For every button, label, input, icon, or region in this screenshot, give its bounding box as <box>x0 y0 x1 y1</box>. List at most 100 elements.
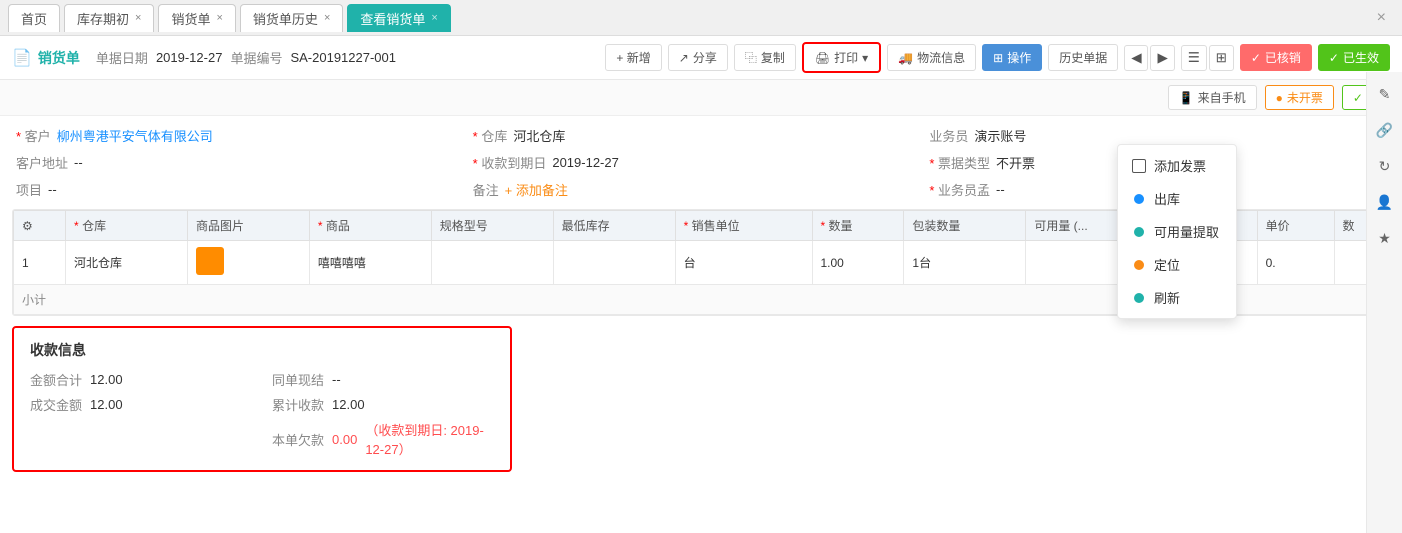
tab-bar: 首页 库存期初 × 销货单 × 销货单历史 × 查看销货单 × × <box>0 0 1402 36</box>
cell-product-img <box>187 241 309 285</box>
operate-dropdown-menu: 添加发票 出库 可用量提取 定位 <box>1117 144 1237 319</box>
share-button[interactable]: ↗ 分享 <box>668 44 728 71</box>
grid-icon: ⊞ <box>993 51 1003 65</box>
col-product: 商品 <box>309 211 431 241</box>
payment-title: 收款信息 <box>30 340 494 360</box>
col-warehouse: 仓库 <box>66 211 188 241</box>
doc-actions: + 新增 ↗ 分享 ⿻ 复制 🖨 打印 ▾ 🚚 <box>605 42 1390 73</box>
tab-home[interactable]: 首页 <box>8 4 60 32</box>
grid-view-button[interactable]: ⊞ <box>1209 45 1234 71</box>
cell-spec <box>431 241 553 285</box>
tab-sales[interactable]: 销货单 × <box>158 4 235 32</box>
doc-icon: 📄 <box>12 48 32 68</box>
tab-sales-history[interactable]: 销货单历史 × <box>240 4 343 32</box>
total-row: 金额合计 12.00 <box>30 370 252 389</box>
logistics-button[interactable]: 🚚 物流信息 <box>887 44 976 71</box>
cell-unit-price: 0. <box>1257 241 1334 285</box>
sidebar-person-icon[interactable]: 👤 <box>1371 188 1399 216</box>
cell-seq: 1 <box>14 241 66 285</box>
col-unit-price: 单价 <box>1257 211 1334 241</box>
cell-quantity: 1.00 <box>812 241 904 285</box>
right-sidebar: ✎ 🔗 ↻ 👤 ★ ⤢ <box>1366 72 1402 533</box>
nav-arrows: ◀ ▶ <box>1124 45 1175 71</box>
add-invoice-icon <box>1132 159 1146 173</box>
sidebar-edit-icon[interactable]: ✎ <box>1371 80 1399 108</box>
close-tab-view-sales[interactable]: × <box>431 12 437 24</box>
payment-info-box: 收款信息 金额合计 12.00 同单现结 -- 成交金额 12.00 累计收款 … <box>12 326 512 472</box>
history-button[interactable]: 历史单据 <box>1048 44 1118 71</box>
doc-title: 📄 销货单 <box>12 48 80 68</box>
global-close-button[interactable]: × <box>1369 5 1394 31</box>
doc-header: 📄 销货单 单据日期 2019-12-27 单据编号 SA-20191227-0… <box>0 36 1402 80</box>
staff-row: 业务员 演示账号 <box>929 126 1386 145</box>
due-date-row: 收款到期日 2019-12-27 <box>473 153 930 172</box>
customer-row: 客户 柳州粤港平安气体有限公司 <box>16 126 473 145</box>
check-icon-2: ✓ <box>1329 51 1339 65</box>
menu-refresh[interactable]: 刷新 <box>1118 281 1236 314</box>
from-phone-button[interactable]: 📱 来自手机 <box>1168 85 1257 110</box>
transaction-row: 成交金额 12.00 <box>30 395 252 414</box>
warehouse-row: 仓库 河北仓库 <box>473 126 930 145</box>
cell-pack-qty: 1台 <box>904 241 1026 285</box>
menu-add-invoice[interactable]: 添加发票 <box>1118 149 1236 182</box>
operate-button[interactable]: ⊞ 操作 <box>982 44 1042 71</box>
menu-locate[interactable]: 定位 <box>1118 248 1236 281</box>
available-qty-icon <box>1132 225 1146 239</box>
share-icon: ↗ <box>679 51 689 65</box>
print-button[interactable]: 🖨 打印 ▾ <box>805 45 878 70</box>
next-arrow[interactable]: ▶ <box>1150 45 1174 71</box>
payment-grid: 金额合计 12.00 同单现结 -- 成交金额 12.00 累计收款 12.00 <box>30 370 494 458</box>
close-tab-sales-history[interactable]: × <box>324 12 330 24</box>
cell-warehouse: 河北仓库 <box>66 241 188 285</box>
print-operate-highlight: 🖨 打印 ▾ <box>802 42 881 73</box>
cumulative-row: 累计收款 12.00 <box>272 395 494 414</box>
same-order-row: 同单现结 -- <box>272 370 494 389</box>
copy-button[interactable]: ⿻ 复制 <box>734 44 796 71</box>
check-icon: ✓ <box>1251 51 1261 65</box>
truck-icon: 🚚 <box>898 51 913 65</box>
col-spec: 规格型号 <box>431 211 553 241</box>
cell-sales-unit: 台 <box>675 241 812 285</box>
print-icon: 🖨 <box>815 51 830 65</box>
tab-inventory[interactable]: 库存期初 × <box>64 4 154 32</box>
refresh-icon <box>1132 291 1146 305</box>
status-effective-button[interactable]: ✓ 已生效 <box>1318 44 1390 71</box>
sub-action-bar: 📱 来自手机 ● 未开票 ✓ 已 <box>0 80 1402 116</box>
tab-view-sales[interactable]: 查看销货单 × <box>347 4 450 32</box>
new-button[interactable]: + 新增 <box>605 44 661 71</box>
doc-meta: 单据日期 2019-12-27 单据编号 SA-20191227-001 <box>96 48 396 67</box>
note-row: 备注 + 添加备注 <box>473 180 930 199</box>
view-icons: ☰ ⊞ <box>1181 45 1234 71</box>
cell-min-stock <box>553 241 675 285</box>
main-content: 📄 销货单 单据日期 2019-12-27 单据编号 SA-20191227-0… <box>0 36 1402 533</box>
menu-outbound[interactable]: 出库 <box>1118 182 1236 215</box>
close-tab-inventory[interactable]: × <box>135 12 141 24</box>
menu-available-qty[interactable]: 可用量提取 <box>1118 215 1236 248</box>
outbound-icon <box>1132 192 1146 206</box>
sidebar-rotate-icon[interactable]: ↻ <box>1371 152 1399 180</box>
current-due-row: 本单欠款 0.00 （收款到期日: 2019-12-27） <box>272 420 494 458</box>
copy-icon: ⿻ <box>745 49 757 66</box>
product-image <box>196 247 224 275</box>
col-settings[interactable]: ⚙ <box>14 211 66 241</box>
project-row: 项目 -- <box>16 180 473 199</box>
address-row: 客户地址 -- <box>16 153 473 172</box>
phone-icon: 📱 <box>1179 91 1194 105</box>
close-tab-sales[interactable]: × <box>216 12 222 24</box>
sidebar-star-icon[interactable]: ★ <box>1371 224 1399 252</box>
col-quantity: 数量 <box>812 211 904 241</box>
print-dropdown-icon: ▾ <box>862 51 868 65</box>
circle-icon: ● <box>1276 91 1283 105</box>
prev-arrow[interactable]: ◀ <box>1124 45 1148 71</box>
not-open-button[interactable]: ● 未开票 <box>1265 85 1334 110</box>
col-min-stock: 最低库存 <box>553 211 675 241</box>
list-view-button[interactable]: ☰ <box>1181 45 1207 71</box>
locate-icon <box>1132 258 1146 272</box>
col-sales-unit: 销售单位 <box>675 211 812 241</box>
col-product-img: 商品图片 <box>187 211 309 241</box>
status-cancelled-button[interactable]: ✓ 已核销 <box>1240 44 1312 71</box>
col-pack-qty: 包装数量 <box>904 211 1026 241</box>
sidebar-link-icon[interactable]: 🔗 <box>1371 116 1399 144</box>
check-circle-icon: ✓ <box>1353 91 1363 105</box>
cell-product: 嘻嘻嘻嘻 <box>309 241 431 285</box>
